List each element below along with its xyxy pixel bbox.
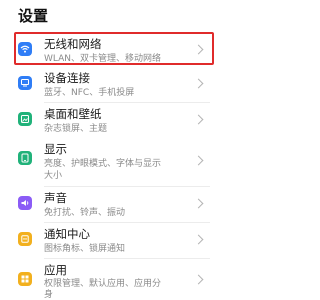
settings-item-display[interactable]: 显示 亮度、护眼模式、字体与显示 大小 (0, 141, 250, 181)
settings-item-title: 设备连接 (44, 71, 90, 85)
chevron-right-icon (193, 78, 204, 89)
notification-icon (18, 232, 32, 246)
divider (44, 186, 210, 187)
divider (44, 258, 210, 259)
settings-item-subtitle: 权限管理、默认应用、应用分 (44, 279, 162, 289)
wallpaper-icon (18, 112, 32, 126)
chevron-right-icon (193, 44, 204, 55)
settings-item-subtitle: WLAN、双卡管理、移动网络 (44, 54, 162, 64)
settings-item-wallpaper[interactable]: 桌面和壁纸 杂志锁屏、主题 (0, 106, 250, 134)
settings-item-subtitle: 图标角标、锁屏通知 (44, 244, 126, 254)
display-icon (18, 151, 32, 165)
wifi-icon (18, 42, 32, 56)
settings-item-network[interactable]: 无线和网络 WLAN、双卡管理、移动网络 (0, 36, 250, 64)
chevron-right-icon (193, 114, 204, 125)
settings-item-subtitle: 蓝牙、NFC、手机投屏 (44, 88, 135, 98)
settings-item-subtitle-continued: 大小 (44, 171, 63, 181)
settings-item-subtitle: 杂志锁屏、主题 (44, 124, 108, 134)
settings-item-title: 桌面和壁纸 (44, 107, 102, 121)
settings-item-apps[interactable]: 应用 权限管理、默认应用、应用分 身 (0, 262, 250, 300)
chevron-right-icon (193, 274, 204, 285)
settings-item-notification[interactable]: 通知中心 图标角标、锁屏通知 (0, 226, 250, 254)
settings-item-title: 通知中心 (44, 227, 90, 241)
chevron-right-icon (193, 234, 204, 245)
settings-item-title: 声音 (44, 191, 67, 205)
divider (44, 102, 210, 103)
settings-item-subtitle: 免打扰、铃声、振动 (44, 208, 126, 218)
divider (44, 222, 210, 223)
device-connection-icon (18, 76, 32, 90)
chevron-right-icon (193, 198, 204, 209)
settings-item-device-connection[interactable]: 设备连接 蓝牙、NFC、手机投屏 (0, 70, 250, 98)
page-title: 设置 (18, 7, 49, 25)
settings-item-title: 无线和网络 (44, 37, 102, 51)
apps-icon (18, 272, 32, 286)
settings-item-sound[interactable]: 声音 免打扰、铃声、振动 (0, 190, 250, 218)
chevron-right-icon (193, 155, 204, 166)
settings-item-title: 显示 (44, 142, 67, 156)
sound-icon (18, 196, 32, 210)
